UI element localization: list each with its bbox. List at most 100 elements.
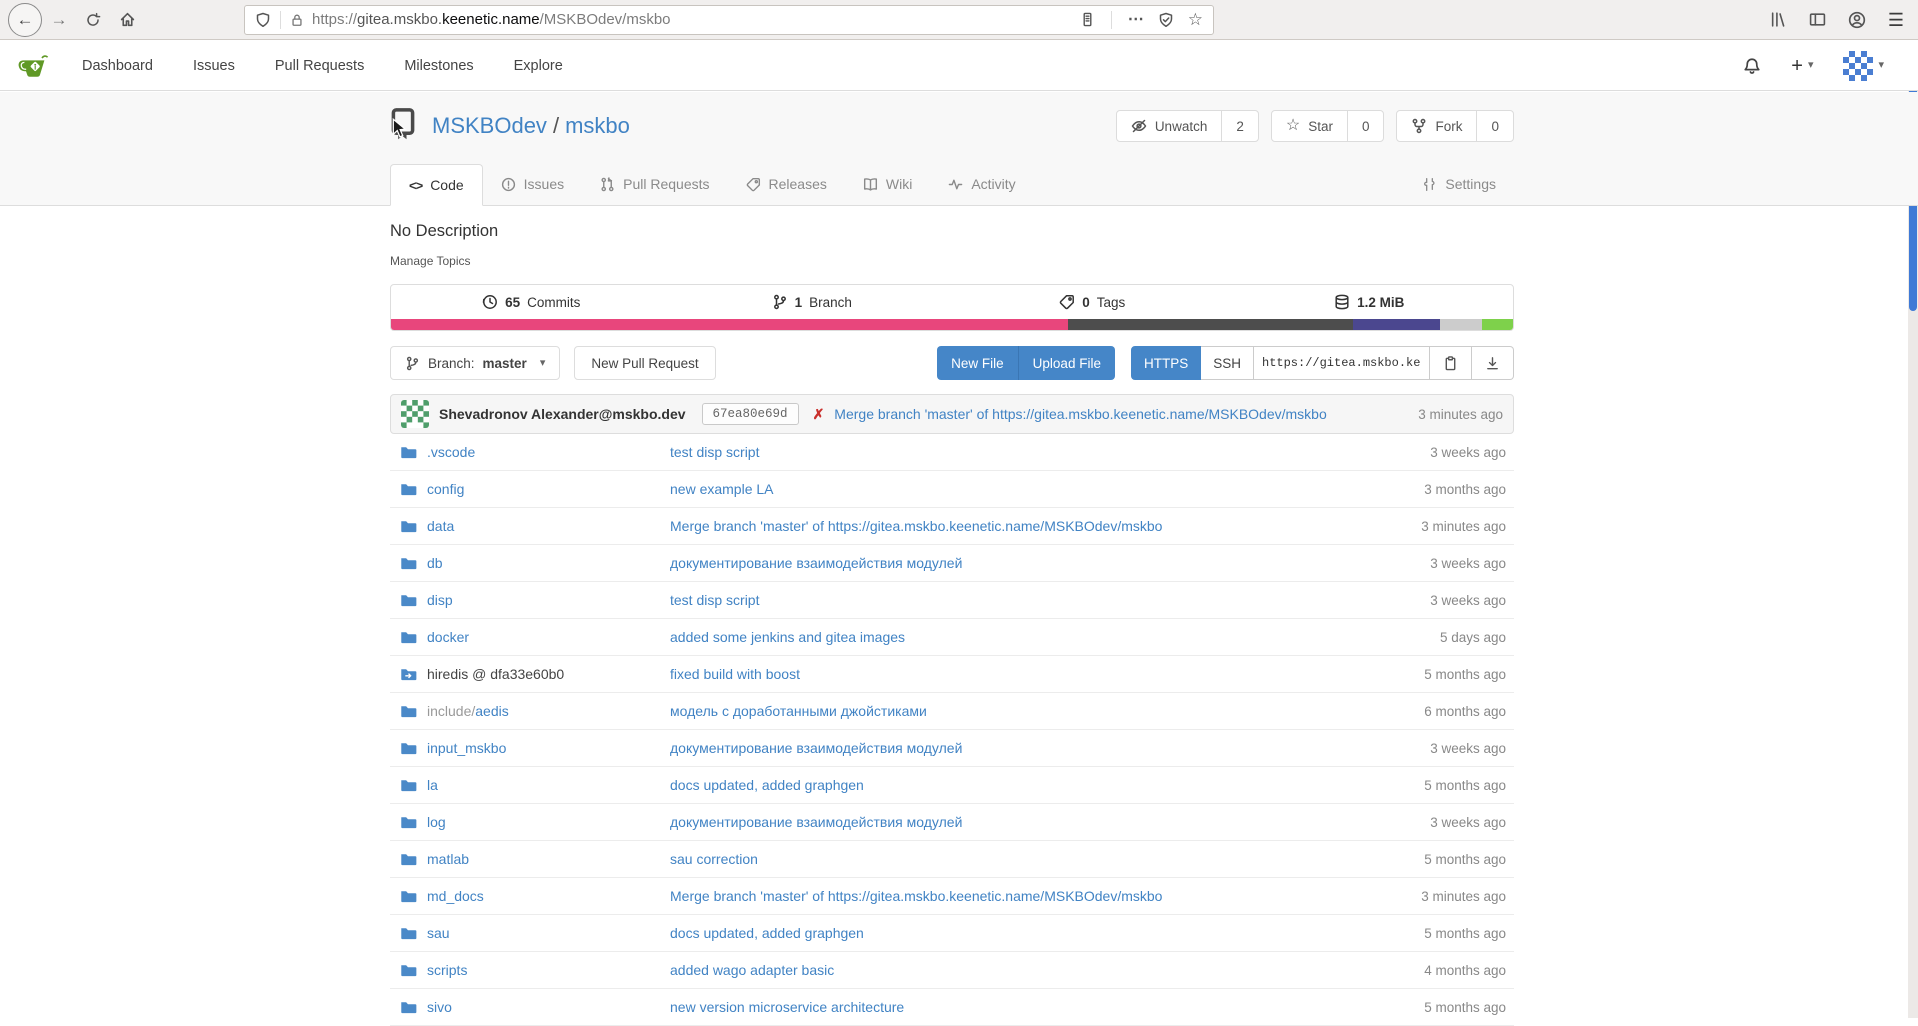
stat-commits[interactable]: 65 Commits [391,294,672,310]
library-icon[interactable] [1770,11,1787,28]
file-commit-message-link[interactable]: docs updated, added graphgen [670,777,864,793]
file-commit-message-link[interactable]: модель с доработанными джойстиками [670,703,927,719]
copy-url-button[interactable] [1430,346,1472,380]
browser-reload-button[interactable] [76,3,110,37]
file-name-link[interactable]: disp [427,592,453,608]
file-commit-message-link[interactable]: документирование взаимодействия модулей [670,740,962,756]
lock-icon[interactable] [290,13,304,27]
file-name-link[interactable]: md_docs [427,888,484,904]
file-name-cell: input_mskbo [390,740,670,757]
file-commit-message-link[interactable]: sau correction [670,851,758,867]
url-text[interactable]: https://gitea.mskbo.keenetic.name/MSKBOd… [312,11,1080,28]
bookmark-star-icon[interactable]: ☆ [1188,11,1203,28]
file-commit-message-link[interactable]: test disp script [670,592,759,608]
file-name-link[interactable]: hiredis @ dfa33e60b0 [427,666,564,682]
file-commit-message-link[interactable]: new example LA [670,481,774,497]
account-icon[interactable] [1848,11,1866,29]
file-commit-message-link[interactable]: Merge branch 'master' of https://gitea.m… [670,518,1162,534]
repo-owner-link[interactable]: MSKBOdev [432,113,547,138]
star-count[interactable]: 0 [1346,111,1384,141]
file-name-link[interactable]: sivo [427,999,452,1015]
file-name-link[interactable]: la [427,777,438,793]
file-commit-time: 3 weeks ago [1430,592,1506,608]
watch-count[interactable]: 2 [1221,111,1258,141]
new-file-button[interactable]: New File [937,346,1018,380]
file-commit-message-link[interactable]: added wago adapter basic [670,962,834,978]
folder-icon [400,444,417,461]
file-name-link[interactable]: sau [427,925,450,941]
ci-status-failed-icon[interactable]: ✗ [813,407,825,421]
file-commit-time: 3 minutes ago [1421,518,1506,534]
download-button[interactable] [1472,346,1514,380]
file-commit-time: 5 months ago [1424,851,1506,867]
tab-settings[interactable]: Settings [1404,163,1514,205]
browser-forward-button[interactable]: → [42,3,76,37]
ssh-toggle[interactable]: SSH [1201,346,1254,380]
file-commit-message-link[interactable]: документирование взаимодействия модулей [670,814,962,830]
browser-back-button[interactable]: ← [8,2,42,37]
star-button[interactable]: ☆ Star 0 [1270,110,1385,142]
nav-explore[interactable]: Explore [514,58,563,74]
file-name-link[interactable]: .vscode [427,444,475,460]
file-name-link[interactable]: log [427,814,446,830]
tab-pull-requests[interactable]: Pull Requests [582,163,727,205]
file-commit-message-cell: Merge branch 'master' of https://gitea.m… [670,518,1384,534]
file-name-cell: la [390,777,670,794]
gitea-logo-icon[interactable] [18,50,50,82]
file-name-cell: include/aedis [390,703,670,720]
tab-activity[interactable]: Activity [930,163,1033,205]
file-commit-message-link[interactable]: test disp script [670,444,759,460]
nav-milestones[interactable]: Milestones [404,58,473,74]
tab-wiki[interactable]: Wiki [845,163,930,205]
create-new-menu[interactable]: + ▾ [1791,56,1813,76]
file-name-link[interactable]: config [427,481,464,497]
file-name-link[interactable]: include/aedis [427,703,509,719]
browser-home-button[interactable] [110,3,144,37]
stat-size: 1.2 MiB [1233,294,1514,310]
file-name-link[interactable]: docker [427,629,469,645]
stat-tags[interactable]: 0 Tags [952,294,1233,310]
repo-name-link[interactable]: mskbo [565,113,630,138]
reader-mode-icon[interactable] [1080,12,1095,27]
file-commit-message-link[interactable]: Merge branch 'master' of https://gitea.m… [670,888,1162,904]
commit-message-link[interactable]: Merge branch 'master' of https://gitea.m… [834,406,1326,422]
fork-button[interactable]: Fork 0 [1396,110,1514,142]
url-bar[interactable]: https://gitea.mskbo.keenetic.name/MSKBOd… [244,4,1214,35]
https-toggle[interactable]: HTTPS [1130,346,1202,380]
file-commit-message-link[interactable]: added some jenkins and gitea images [670,629,905,645]
sidebar-toggle-icon[interactable] [1809,11,1826,28]
file-name-link[interactable]: matlab [427,851,469,867]
pull-request-icon [600,177,615,192]
file-commit-time: 5 months ago [1424,666,1506,682]
user-menu[interactable]: ▾ [1843,51,1884,81]
menu-hamburger-icon[interactable]: ☰ [1888,11,1904,29]
manage-topics-link[interactable]: Manage Topics [390,254,1514,268]
commit-sha-badge[interactable]: 67ea80e69d [701,403,799,425]
file-commit-message-link[interactable]: docs updated, added graphgen [670,925,864,941]
file-commit-message-link[interactable]: документирование взаимодействия модулей [670,555,962,571]
file-name-link[interactable]: db [427,555,443,571]
tracking-shield-icon[interactable] [255,12,271,28]
branch-dropdown[interactable]: Branch: master ▾ [390,346,561,380]
file-commit-message-link[interactable]: new version microservice architecture [670,999,904,1015]
fork-count[interactable]: 0 [1476,111,1513,141]
nav-issues[interactable]: Issues [193,58,235,74]
upload-file-button[interactable]: Upload File [1017,346,1115,380]
file-name-cell: .vscode [390,444,670,461]
unwatch-button[interactable]: Unwatch 2 [1115,110,1259,142]
notifications-bell-icon[interactable] [1743,57,1761,75]
tab-code[interactable]: <> Code [390,164,483,206]
file-name-link[interactable]: data [427,518,454,534]
nav-dashboard[interactable]: Dashboard [82,58,153,74]
nav-pull-requests[interactable]: Pull Requests [275,58,364,74]
stat-branches[interactable]: 1 Branch [672,294,953,310]
file-name-link[interactable]: input_mskbo [427,740,506,756]
protections-shield-icon[interactable] [1158,12,1174,28]
tab-releases[interactable]: Releases [728,163,845,205]
clone-url-input[interactable] [1254,346,1430,380]
file-name-link[interactable]: scripts [427,962,467,978]
tab-issues[interactable]: Issues [483,163,582,205]
page-actions-icon[interactable]: ⋯ [1128,11,1144,28]
file-commit-message-link[interactable]: fixed build with boost [670,666,800,682]
new-pull-request-button[interactable]: New Pull Request [574,346,716,380]
